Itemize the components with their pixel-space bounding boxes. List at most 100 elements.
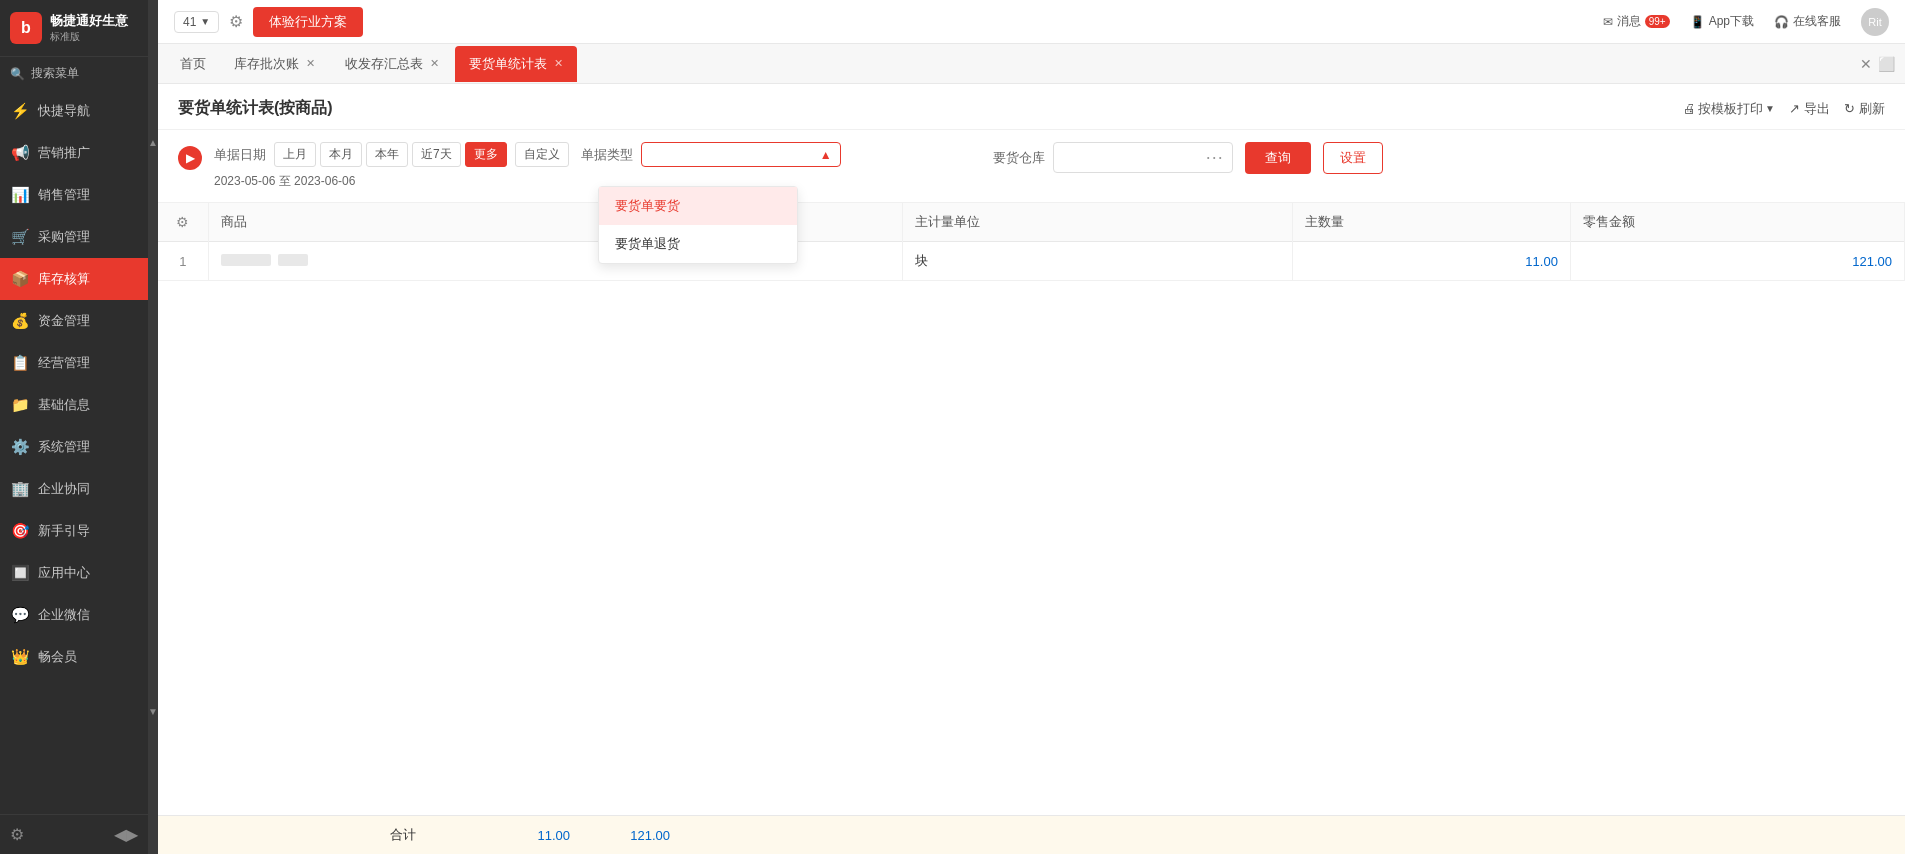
app-download-label: App下载: [1709, 13, 1754, 30]
sidebar: b 畅捷通好生意 标准版 🔍 搜索菜单 ⚡ 快捷导航 📢 营销推广 📊 销售管理…: [0, 0, 148, 854]
system-icon: ⚙️: [10, 437, 30, 457]
tabs-right: ✕ ⬜: [1860, 56, 1895, 72]
row-amount[interactable]: 121.00: [1570, 242, 1904, 281]
tab-close-all-icon[interactable]: ✕: [1860, 56, 1872, 72]
footer-amount: 121.00: [570, 828, 670, 843]
search-label: 搜索菜单: [31, 65, 79, 82]
date-filter-row: 单据日期 上月 本月 本年 近7天 更多 自定义: [214, 142, 569, 167]
print-icon: 🖨: [1683, 101, 1696, 116]
sidebar-item-enterprise-wechat[interactable]: 💬 企业微信: [0, 594, 148, 636]
tab-order-stats-close[interactable]: ✕: [554, 57, 563, 70]
sidebar-item-system[interactable]: ⚙️ 系统管理: [0, 426, 148, 468]
header-actions: 🖨 按模板打印 ▼ ↗ 导出 ↻ 刷新: [1683, 100, 1885, 118]
scroll-up-arrow[interactable]: ▲: [148, 0, 158, 285]
sidebar-scroll-track: ▲ ▼: [148, 0, 158, 854]
type-dropdown: 要货单要货 要货单退货: [598, 186, 798, 264]
tab-inventory-batch-label: 库存批次账: [234, 55, 299, 73]
dropdown-item-return-order[interactable]: 要货单退货: [599, 225, 797, 263]
sidebar-bottom: ⚙ ◀▶: [0, 814, 148, 854]
tab-receive-summary-close[interactable]: ✕: [430, 57, 439, 70]
tab-order-stats[interactable]: 要货单统计表 ✕: [455, 46, 577, 82]
tab-inventory-batch-close[interactable]: ✕: [306, 57, 315, 70]
sidebar-item-guide[interactable]: 🎯 新手引导: [0, 510, 148, 552]
dropdown-item-purchase-order[interactable]: 要货单要货: [599, 187, 797, 225]
store-selector[interactable]: 41 ▼: [174, 11, 219, 33]
app-version: 标准版: [50, 30, 128, 44]
sidebar-item-label: 应用中心: [38, 564, 90, 582]
tab-receive-summary[interactable]: 收发存汇总表 ✕: [331, 46, 453, 82]
messages-action[interactable]: ✉ 消息 99+: [1603, 13, 1670, 30]
type-select-input[interactable]: ▲: [641, 142, 841, 167]
more-options-btn[interactable]: ···: [1206, 147, 1224, 168]
export-icon: ↗: [1789, 101, 1800, 116]
vip-icon: 👑: [10, 647, 30, 667]
inventory-icon: 📦: [10, 269, 30, 289]
warehouse-input[interactable]: ···: [1053, 142, 1233, 173]
sidebar-item-label: 资金管理: [38, 312, 90, 330]
operations-icon: 📋: [10, 353, 30, 373]
sidebar-item-operations[interactable]: 📋 经营管理: [0, 342, 148, 384]
date-btn-more[interactable]: 更多: [465, 142, 507, 167]
sidebar-item-purchase[interactable]: 🛒 采购管理: [0, 216, 148, 258]
col-unit-header: 主计量单位: [902, 203, 1292, 242]
export-label: 导出: [1804, 100, 1830, 118]
user-avatar[interactable]: Rit: [1861, 8, 1889, 36]
sidebar-item-app-center[interactable]: 🔲 应用中心: [0, 552, 148, 594]
tab-receive-summary-label: 收发存汇总表: [345, 55, 423, 73]
search-icon: 🔍: [10, 67, 25, 81]
footer-total-text: 合计: [390, 827, 416, 842]
app-download-action[interactable]: 📱 App下载: [1690, 13, 1754, 30]
sidebar-item-finance[interactable]: 💰 资金管理: [0, 300, 148, 342]
date-btn-last-month[interactable]: 上月: [274, 142, 316, 167]
date-btn-last-7days[interactable]: 近7天: [412, 142, 461, 167]
table-container: ⚙ 商品 主计量单位 主数量 零售金额 1: [158, 203, 1905, 815]
date-btn-this-month[interactable]: 本月: [320, 142, 362, 167]
table-row: 1 块 11.00 121.00: [158, 242, 1905, 281]
export-btn[interactable]: ↗ 导出: [1789, 100, 1830, 118]
tab-inventory-batch[interactable]: 库存批次账 ✕: [220, 46, 329, 82]
sidebar-item-label: 销售管理: [38, 186, 90, 204]
sidebar-item-sales[interactable]: 📊 销售管理: [0, 174, 148, 216]
tab-home[interactable]: 首页: [168, 46, 218, 82]
sidebar-item-basic-info[interactable]: 📁 基础信息: [0, 384, 148, 426]
guide-icon: 🎯: [10, 521, 30, 541]
setting-btn[interactable]: 设置: [1323, 142, 1383, 174]
sidebar-item-label: 基础信息: [38, 396, 90, 414]
quick-nav-icon: ⚡: [10, 101, 30, 121]
date-btn-this-year[interactable]: 本年: [366, 142, 408, 167]
collapse-icon[interactable]: ◀▶: [114, 825, 138, 844]
scroll-down-arrow[interactable]: ▼: [148, 569, 158, 854]
row-product: [208, 242, 902, 281]
enterprise-icon: 🏢: [10, 479, 30, 499]
sidebar-item-label: 企业微信: [38, 606, 90, 624]
date-quick-btns: 上月 本月 本年 近7天 更多: [274, 142, 507, 167]
sidebar-item-quick-nav[interactable]: ⚡ 快捷导航: [0, 90, 148, 132]
sidebar-item-inventory[interactable]: 📦 库存核算: [0, 258, 148, 300]
sidebar-item-vip[interactable]: 👑 畅会员: [0, 636, 148, 678]
type-select-field[interactable]: [650, 147, 820, 162]
sidebar-item-enterprise[interactable]: 🏢 企业协同: [0, 468, 148, 510]
store-number: 41: [183, 15, 196, 29]
sales-icon: 📊: [10, 185, 30, 205]
print-dropdown-icon: ▼: [1765, 103, 1775, 114]
industry-btn[interactable]: 体验行业方案: [253, 7, 363, 37]
topbar-gear-icon[interactable]: ⚙: [229, 12, 243, 31]
topbar-right: ✉ 消息 99+ 📱 App下载 🎧 在线客服 Rit: [1603, 8, 1889, 36]
product-name-placeholder: [221, 254, 271, 266]
type-chevron-up-icon: ▲: [820, 148, 832, 162]
date-filter-label: 单据日期: [214, 146, 266, 164]
table-settings-icon[interactable]: ⚙: [176, 214, 189, 230]
refresh-icon: ↻: [1844, 101, 1855, 116]
row-quantity[interactable]: 11.00: [1293, 242, 1571, 281]
sidebar-item-marketing[interactable]: 📢 营销推广: [0, 132, 148, 174]
sidebar-search[interactable]: 🔍 搜索菜单: [0, 57, 148, 90]
message-icon: ✉: [1603, 15, 1613, 29]
expand-filter-btn[interactable]: ▶: [178, 146, 202, 170]
tab-maximize-icon[interactable]: ⬜: [1878, 56, 1895, 72]
query-btn[interactable]: 查询: [1245, 142, 1311, 174]
online-service-action[interactable]: 🎧 在线客服: [1774, 13, 1841, 30]
date-btn-custom[interactable]: 自定义: [515, 142, 569, 167]
settings-gear-icon[interactable]: ⚙: [10, 825, 24, 844]
print-btn[interactable]: 🖨 按模板打印 ▼: [1683, 100, 1775, 118]
refresh-btn[interactable]: ↻ 刷新: [1844, 100, 1885, 118]
